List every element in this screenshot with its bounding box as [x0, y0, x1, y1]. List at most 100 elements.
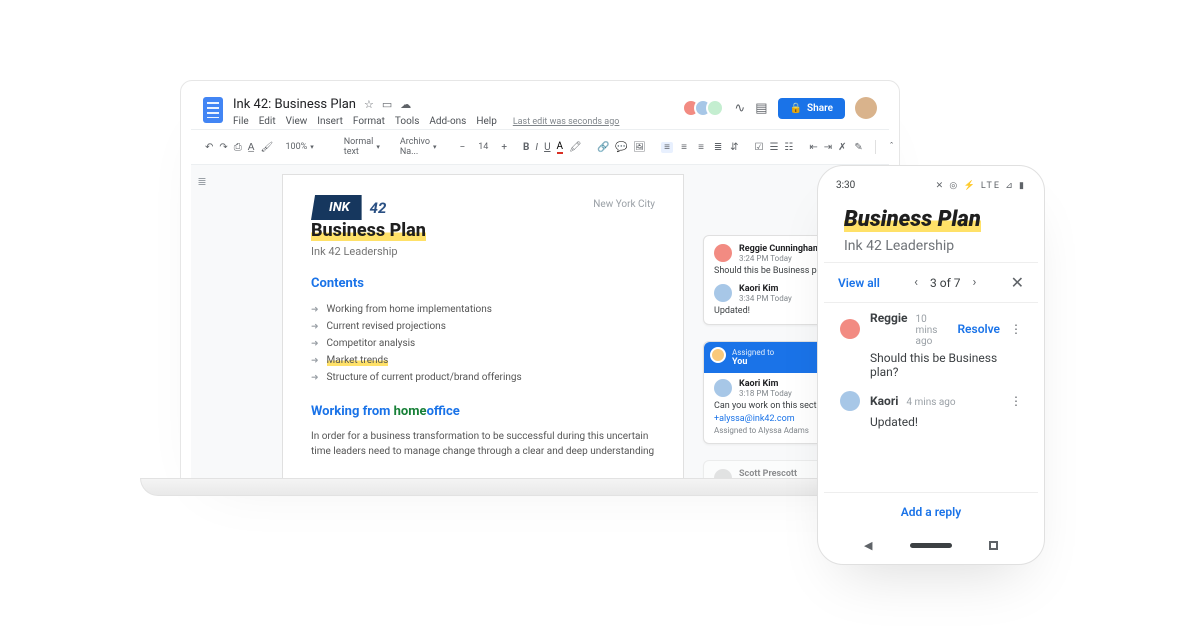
home-pill-icon[interactable]: [910, 543, 952, 548]
collapse-toolbar-icon[interactable]: ˆ: [886, 142, 898, 153]
editing-mode-icon[interactable]: ✎: [853, 142, 865, 153]
prev-comment-icon[interactable]: ‹: [914, 275, 918, 290]
section-heading-working-from[interactable]: Working from homeoffice: [311, 404, 655, 419]
paint-format-icon[interactable]: 🖌: [260, 142, 272, 153]
cloud-status-icon[interactable]: ☁: [400, 98, 411, 111]
heading-business-plan[interactable]: Business Plan: [311, 220, 426, 241]
version-history-icon[interactable]: ∿: [734, 101, 745, 116]
document-title[interactable]: Ink 42: Business Plan: [233, 97, 356, 112]
add-reply-button[interactable]: Add a reply: [824, 492, 1038, 531]
status-bar: 3:30 ✕ ◎ ⚡ LTE ⊿ ▮: [824, 172, 1038, 193]
menu-insert[interactable]: Insert: [317, 116, 343, 127]
text-color-icon[interactable]: A: [557, 141, 564, 154]
view-all-link[interactable]: View all: [838, 276, 880, 290]
comment-nav-bar: View all ‹ 3 of 7 › ✕: [824, 262, 1038, 303]
toc-item[interactable]: ➜Market trends: [311, 352, 655, 369]
body-paragraph[interactable]: time leaders need to manage change throu…: [311, 444, 655, 459]
indent-decrease-icon[interactable]: ⇤: [809, 142, 817, 153]
comment-time: 4 mins ago: [906, 397, 955, 408]
insert-image-icon[interactable]: 🖼: [633, 142, 645, 153]
laptop-device: Ink 42: Business Plan ☆ ▭ ☁ File Edit Vi…: [180, 80, 900, 480]
toc-item[interactable]: ➜Working from home implementations: [311, 301, 655, 318]
avatar-icon[interactable]: [706, 99, 724, 117]
checklist-icon[interactable]: ☑: [754, 142, 763, 153]
toc-item[interactable]: ➜Current revised projections: [311, 318, 655, 335]
status-time: 3:30: [836, 180, 855, 191]
highlight-color-icon[interactable]: 🖍: [569, 142, 581, 153]
heading-business-plan[interactable]: Business Plan: [844, 207, 981, 232]
paragraph-style-dropdown[interactable]: Normal text: [337, 134, 387, 160]
arrow-icon: ➜: [311, 339, 319, 349]
align-justify-icon[interactable]: ≣: [712, 142, 724, 153]
heading-contents[interactable]: Contents: [311, 276, 655, 291]
line-spacing-icon[interactable]: ⇵: [730, 142, 738, 153]
outline-toggle-icon[interactable]: ≣: [191, 165, 213, 480]
print-icon[interactable]: ⎙: [234, 142, 242, 153]
more-options-icon[interactable]: ⋮: [1010, 322, 1022, 336]
numbered-list-icon[interactable]: ☷: [784, 142, 793, 153]
last-edit-link[interactable]: Last edit was seconds ago: [513, 117, 620, 127]
add-comment-icon[interactable]: 💬: [615, 142, 627, 153]
titlebar: Ink 42: Business Plan ☆ ▭ ☁ File Edit Vi…: [191, 91, 889, 129]
insert-link-icon[interactable]: 🔗: [597, 142, 609, 153]
italic-icon[interactable]: I: [535, 142, 538, 153]
more-options-icon[interactable]: ⋮: [1010, 394, 1022, 408]
arrow-icon: ➜: [311, 373, 319, 383]
resolve-button[interactable]: Resolve: [957, 322, 1000, 336]
overview-icon[interactable]: [989, 541, 998, 550]
indent-increase-icon[interactable]: ⇥: [824, 142, 832, 153]
toc-item[interactable]: ➜Competitor analysis: [311, 335, 655, 352]
menu-edit[interactable]: Edit: [259, 116, 276, 127]
comment-text: Should this be Business plan?: [870, 351, 1022, 379]
account-avatar[interactable]: [855, 97, 877, 119]
back-icon[interactable]: ◀: [864, 539, 872, 552]
font-size-decrease[interactable]: −: [460, 142, 466, 153]
next-comment-icon[interactable]: ›: [972, 275, 976, 290]
close-icon[interactable]: ✕: [1011, 273, 1024, 292]
underline-icon[interactable]: U: [544, 142, 550, 153]
font-size-increase[interactable]: +: [501, 142, 507, 153]
docs-logo-icon[interactable]: [203, 97, 223, 123]
presence-avatars[interactable]: [688, 99, 724, 117]
menu-format[interactable]: Format: [353, 116, 385, 127]
zoom-dropdown[interactable]: 100%: [278, 139, 320, 155]
menu-tools[interactable]: Tools: [395, 116, 419, 127]
subtitle[interactable]: Ink 42 Leadership: [844, 238, 1018, 254]
toc-item[interactable]: ➜Structure of current product/brand offe…: [311, 369, 655, 386]
bold-icon[interactable]: B: [523, 142, 529, 153]
comment-pager: ‹ 3 of 7 ›: [914, 275, 976, 290]
redo-icon[interactable]: ↷: [219, 142, 227, 153]
avatar-icon: [714, 244, 732, 262]
bulleted-list-icon[interactable]: ☰: [769, 142, 778, 153]
arrow-icon: ➜: [311, 356, 319, 366]
comment-author: Kaori Kim: [739, 284, 792, 294]
menu-view[interactable]: View: [286, 116, 308, 127]
word-office: office: [427, 404, 460, 419]
font-family-dropdown[interactable]: Archivo Na...: [393, 134, 444, 160]
spellcheck-icon[interactable]: A̲: [248, 142, 255, 153]
phone-document-view[interactable]: Business Plan Ink 42 Leadership: [824, 193, 1038, 262]
comment-time: 10 mins ago: [916, 314, 948, 347]
toolbar: ↶ ↷ ⎙ A̲ 🖌 100% Normal text Archivo Na..…: [191, 129, 889, 165]
clear-formatting-icon[interactable]: ✗: [838, 142, 846, 153]
share-button[interactable]: 🔒 Share: [778, 98, 845, 119]
word-home: home: [394, 404, 427, 419]
align-right-icon[interactable]: ≡: [695, 142, 707, 153]
star-icon[interactable]: ☆: [364, 98, 374, 111]
align-center-icon[interactable]: ≡: [678, 142, 690, 153]
move-icon[interactable]: ▭: [382, 98, 392, 111]
comment-time: 3:34 PM Today: [739, 294, 792, 303]
menu-file[interactable]: File: [233, 116, 249, 127]
document-page[interactable]: INK 42 New York City Business Plan Ink 4…: [283, 175, 683, 480]
menu-help[interactable]: Help: [476, 116, 496, 127]
phone-device: 3:30 ✕ ◎ ⚡ LTE ⊿ ▮ Business Plan Ink 42 …: [817, 165, 1045, 565]
avatar-icon: [714, 284, 732, 302]
font-size-input[interactable]: 14: [471, 139, 495, 155]
subtitle[interactable]: Ink 42 Leadership: [311, 245, 655, 258]
body-paragraph[interactable]: In order for a business transformation t…: [311, 429, 655, 444]
menu-addons[interactable]: Add-ons: [429, 116, 466, 127]
undo-icon[interactable]: ↶: [205, 142, 213, 153]
comments-icon[interactable]: ▤: [755, 101, 767, 116]
align-left-icon[interactable]: ≡: [661, 142, 673, 153]
share-label: Share: [807, 103, 833, 114]
